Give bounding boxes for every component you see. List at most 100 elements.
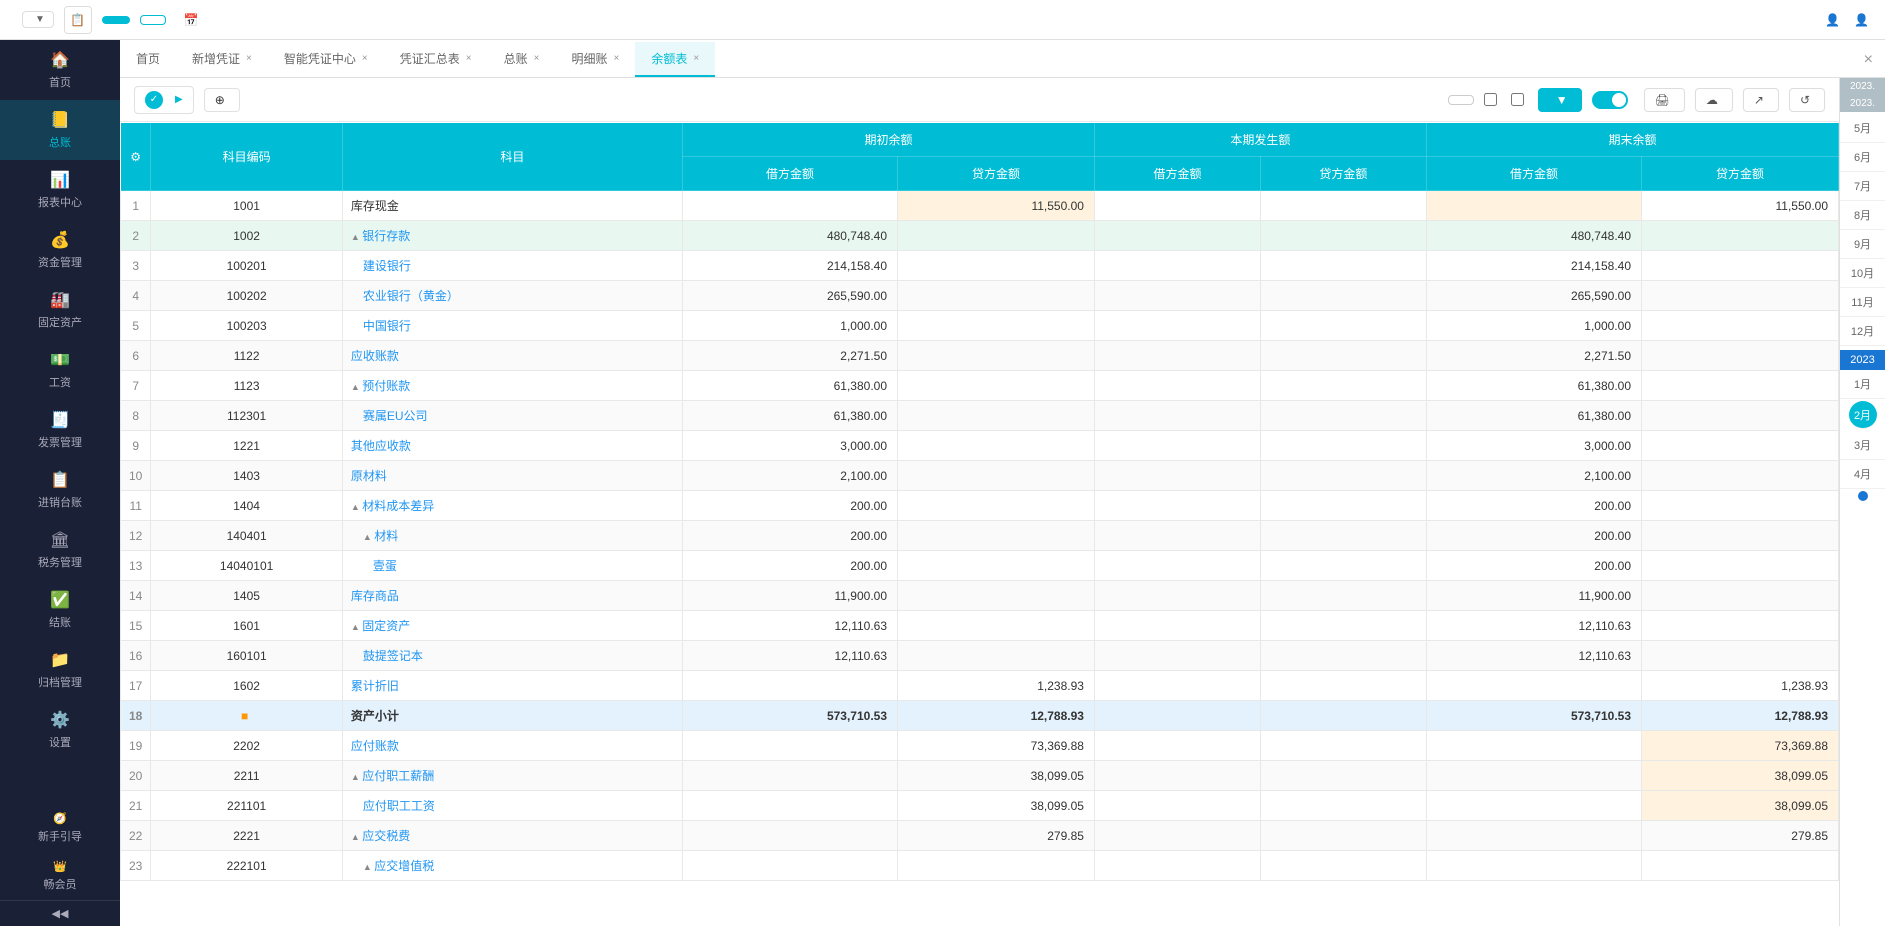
month-8[interactable]: 8月 — [1840, 201, 1885, 230]
sidebar-item-salary[interactable]: 💵 工资 — [0, 340, 120, 400]
filter-arrow: ▶ — [175, 94, 183, 105]
aux-checkbox-input[interactable] — [1484, 93, 1497, 106]
tab-voucher-summary-close[interactable]: × — [466, 53, 472, 64]
row-name[interactable]: 农业银行（黄金） — [342, 281, 682, 311]
row-curDebit — [1094, 791, 1260, 821]
month-11[interactable]: 11月 — [1840, 288, 1885, 317]
tab-ledger-close[interactable]: × — [534, 53, 540, 64]
sidebar-item-invoice[interactable]: 🧾 发票管理 — [0, 400, 120, 460]
sidebar-item-settings[interactable]: ⚙️ 设置 — [0, 700, 120, 760]
tab-voucher-summary[interactable]: 凭证汇总表 × — [384, 42, 488, 77]
year-checkbox-input[interactable] — [1511, 93, 1524, 106]
sidebar-item-purchase[interactable]: 📋 进销台账 — [0, 460, 120, 520]
tab-home[interactable]: 首页 — [120, 42, 176, 77]
sidebar-item-capital[interactable]: 💰 资金管理 — [0, 220, 120, 280]
return-old-button[interactable] — [1448, 95, 1474, 105]
export-button[interactable]: ↗ — [1743, 88, 1779, 112]
tab-balance[interactable]: 余额表 × — [635, 42, 715, 77]
close-all-tabs-button[interactable]: × — [1852, 43, 1885, 77]
row-openCredit: 279.85 — [898, 821, 1095, 851]
row-name[interactable]: 应收账款 — [342, 341, 682, 371]
row-name[interactable]: ▲ 预付账款 — [342, 371, 682, 401]
tab-new-voucher[interactable]: 新增凭证 × — [176, 42, 268, 77]
month-3[interactable]: 3月 — [1840, 431, 1885, 460]
month-6[interactable]: 6月 — [1840, 143, 1885, 172]
show-aux-checkbox[interactable] — [1484, 93, 1501, 106]
tab-balance-close[interactable]: × — [693, 53, 699, 64]
row-curDebit — [1094, 521, 1260, 551]
sidebar-item-tax[interactable]: 🏛 税务管理 — [0, 520, 120, 580]
month-1[interactable]: 1月 — [1840, 370, 1885, 399]
row-curCredit — [1260, 671, 1426, 701]
row-endDebit: 200.00 — [1426, 491, 1641, 521]
row-name[interactable]: ▲ 银行存款 — [342, 221, 682, 251]
row-endCredit — [1642, 551, 1839, 581]
row-name[interactable]: 中国银行 — [342, 311, 682, 341]
month-12[interactable]: 12月 — [1840, 317, 1885, 346]
full-form-button[interactable]: ▼ — [1538, 88, 1582, 112]
row-name[interactable]: 壹蛋 — [342, 551, 682, 581]
row-curCredit — [1260, 851, 1426, 881]
print-button[interactable]: 🖨 — [1644, 88, 1685, 112]
switch-version-button[interactable] — [140, 15, 166, 25]
sidebar-item-reports[interactable]: 📊 报表中心 — [0, 160, 120, 220]
row-name[interactable]: 累计折旧 — [342, 671, 682, 701]
month-10[interactable]: 10月 — [1840, 259, 1885, 288]
tab-ledger[interactable]: 总账 × — [488, 42, 556, 77]
month-9[interactable]: 9月 — [1840, 230, 1885, 259]
row-name[interactable]: ▲ 材料成本差异 — [342, 491, 682, 521]
tab-detail[interactable]: 明细账 × — [555, 42, 635, 77]
row-curDebit — [1094, 461, 1260, 491]
row-endDebit: 61,380.00 — [1426, 401, 1641, 431]
row-name[interactable]: 应付账款 — [342, 731, 682, 761]
workbench-button[interactable] — [102, 16, 130, 24]
company-selector[interactable]: ▼ — [22, 11, 54, 28]
row-name[interactable]: 库存商品 — [342, 581, 682, 611]
row-code: 2211 — [151, 761, 342, 791]
consult-link[interactable]: 👤 — [1825, 13, 1840, 27]
row-curDebit — [1094, 611, 1260, 641]
row-name[interactable]: ▲ 应交增值税 — [342, 851, 682, 881]
all-filter-button[interactable]: ✓ ▶ — [134, 86, 194, 114]
cloud-print-button[interactable]: ☁ — [1695, 88, 1733, 112]
sidebar-item-settle[interactable]: ✅ 结账 — [0, 580, 120, 640]
sidebar-item-ledger[interactable]: 📒 总账 — [0, 100, 120, 160]
row-name[interactable]: ▲ 应付职工薪酬 — [342, 761, 682, 791]
row-name[interactable]: 赛属EU公司 — [342, 401, 682, 431]
row-name[interactable]: ▲ 固定资产 — [342, 611, 682, 641]
sidebar-label-capital: 资金管理 — [38, 254, 82, 270]
month-2[interactable]: 2月 — [1849, 401, 1877, 429]
refresh-button[interactable]: ↺ — [1789, 88, 1825, 112]
row-name[interactable]: 应付职工工资 — [342, 791, 682, 821]
settings-col-header[interactable]: ⚙ — [121, 123, 151, 191]
row-name[interactable]: 建设银行 — [342, 251, 682, 281]
month-5[interactable]: 5月 — [1840, 114, 1885, 143]
tab-smart-center[interactable]: 智能凭证中心 × — [268, 42, 384, 77]
sidebar-item-home[interactable]: 🏠 首页 — [0, 40, 120, 100]
circle-indicator-1[interactable] — [1858, 491, 1868, 501]
tab-detail-close[interactable]: × — [613, 53, 619, 64]
toggle-switch[interactable] — [1592, 91, 1628, 109]
expand-more-button[interactable]: ⊕ — [204, 88, 240, 112]
tab-smart-center-close[interactable]: × — [362, 53, 368, 64]
row-name[interactable]: 原材料 — [342, 461, 682, 491]
row-name[interactable]: ▲ 应交税费 — [342, 821, 682, 851]
calendar-icon[interactable]: 📅 — [184, 13, 199, 27]
copy-icon[interactable]: 📋 — [64, 6, 92, 34]
show-year-checkbox[interactable] — [1511, 93, 1528, 106]
row-endCredit — [1642, 311, 1839, 341]
row-curCredit — [1260, 251, 1426, 281]
month-7[interactable]: 7月 — [1840, 172, 1885, 201]
sidebar-item-member[interactable]: 👑 畅会员 — [0, 852, 120, 900]
sidebar-item-guide[interactable]: 🧭 新手引导 — [0, 804, 120, 852]
row-name[interactable]: ▲ 材料 — [342, 521, 682, 551]
tab-new-voucher-close[interactable]: × — [246, 53, 252, 64]
row-name[interactable]: 其他应收款 — [342, 431, 682, 461]
pin-toggle[interactable]: ◀◀ — [0, 900, 120, 926]
user-info[interactable]: 👤 — [1854, 13, 1873, 27]
month-4[interactable]: 4月 — [1840, 460, 1885, 489]
row-endCredit — [1642, 491, 1839, 521]
row-name[interactable]: 鼓提签记本 — [342, 641, 682, 671]
sidebar-item-archive[interactable]: 📁 归档管理 — [0, 640, 120, 700]
sidebar-item-assets[interactable]: 🏭 固定资产 — [0, 280, 120, 340]
